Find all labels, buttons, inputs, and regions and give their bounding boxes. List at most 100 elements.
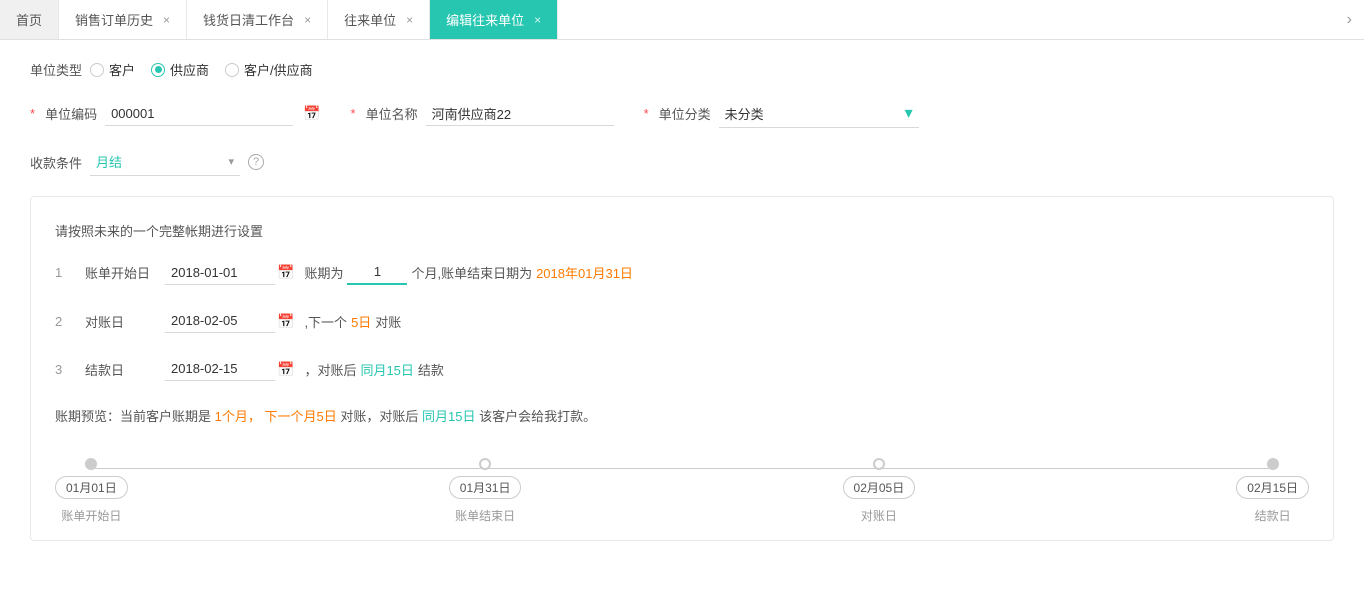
tab-edit-unit-label: 编辑往来单位 [446,10,524,29]
tab-cash-work[interactable]: 钱货日清工作台 × [187,0,328,39]
tabs-scroll-right[interactable]: › [1335,0,1364,39]
timeline-node-1: 01月31日 账单结束日 [449,458,522,524]
row-1-desc-after: 个月,账单结束日期为 [411,263,532,282]
tab-sales-history-close[interactable]: × [163,13,170,27]
unit-category-label: 单位分类 [659,104,711,123]
radio-both-circle [225,63,239,77]
payment-terms-help[interactable]: ? [248,154,264,170]
radio-supplier-circle [151,63,165,77]
unit-type-label: 单位类型 [30,60,82,79]
tab-cash-work-close[interactable]: × [304,13,311,27]
unit-category-field: * 单位分类 未分类 ▾ [644,99,919,128]
timeline: 01月01日 账单开始日 01月31日 账单结束日 02月05日 对账日 02月… [55,448,1309,524]
radio-supplier[interactable]: 供应商 [151,60,209,79]
row-3-desc-after: 结款 [418,360,444,379]
period-input[interactable] [347,260,407,285]
preview-mid: 对账，对账后 [340,409,418,424]
timeline-label-3: 02月15日 [1236,476,1309,499]
unit-code-field: * 单位编码 📅 [30,102,321,126]
radio-group-unit-type: 客户 供应商 客户/供应商 [90,60,313,79]
row-2-num: 2 [55,314,85,329]
timeline-node-2: 02月05日 对账日 [843,458,916,524]
timeline-node-3: 02月15日 结款日 [1236,458,1309,524]
radio-customer-label: 客户 [109,60,135,79]
tabs-bar: 首页 销售订单历史 × 钱货日清工作台 × 往来单位 × 编辑往来单位 × › [0,0,1364,40]
row-1-date-input[interactable] [165,261,275,285]
payment-terms-dropdown[interactable]: 月结 ▾ [90,148,240,176]
tab-partner-units-label: 往来单位 [344,10,396,29]
radio-customer[interactable]: 客户 [90,60,135,79]
tab-partner-units[interactable]: 往来单位 × [328,0,430,39]
row-3-desc-before: ，对账后 [304,360,356,379]
preview-label: 账期预览：当前客户账期是 [55,409,211,424]
preview-part3: 同月15日 [422,409,475,424]
row-3-num: 3 [55,362,85,377]
unit-category-value: 未分类 [725,104,901,123]
unit-name-field: * 单位名称 [351,102,614,126]
unit-category-select[interactable]: 未分类 ▾ [719,99,919,128]
tab-edit-unit-close[interactable]: × [534,13,541,27]
row-2-desc-after: 对账 [375,312,401,331]
timeline-nodes: 01月01日 账单开始日 01月31日 账单结束日 02月05日 对账日 02月… [55,458,1309,524]
timeline-label-1: 01月31日 [449,476,522,499]
row-2-desc: ,下一个 5日 对账 [304,312,401,331]
timeline-type-1: 账单结束日 [455,507,515,524]
tab-cash-work-label: 钱货日清工作台 [203,10,294,29]
page-content: 单位类型 客户 供应商 客户/供应商 * 单位编码 [0,40,1364,608]
radio-both[interactable]: 客户/供应商 [225,60,313,79]
tab-home-label: 首页 [16,10,42,29]
timeline-type-3: 结款日 [1255,507,1291,524]
row-1-cal-icon[interactable]: 📅 [277,264,294,281]
timeline-dot-2 [873,458,885,470]
row-3-highlight: 同月15日 [360,360,413,379]
preview-end: 该客户会给我打款。 [479,409,596,424]
row-2-date-input[interactable] [165,309,275,333]
row-3-desc: ，对账后 同月15日 结款 [304,360,444,379]
unit-name-star: * [351,106,356,121]
radio-customer-circle [90,63,104,77]
row-1-desc: 账期为 个月,账单结束日期为 2018年01月31日 [304,260,632,285]
row-3-label: 结款日 [85,360,165,379]
setting-row-1: 1 账单开始日 📅 账期为 个月,账单结束日期为 2018年01月31日 [55,260,1309,285]
timeline-dot-0 [85,458,97,470]
timeline-node-0: 01月01日 账单开始日 [55,458,128,524]
row-1-num: 1 [55,265,85,280]
tab-sales-history-label: 销售订单历史 [75,10,153,29]
row-2-cal-icon[interactable]: 📅 [277,313,294,330]
unit-name-label: 单位名称 [366,104,418,123]
unit-category-arrow: ▾ [905,103,913,123]
row-3-cal-icon[interactable]: 📅 [277,361,294,378]
setting-row-2: 2 对账日 📅 ,下一个 5日 对账 [55,309,1309,333]
radio-both-label: 客户/供应商 [244,60,313,79]
unit-name-input[interactable] [426,102,614,126]
timeline-dot-3 [1267,458,1279,470]
unit-code-input[interactable] [105,102,293,126]
timeline-label-2: 02月05日 [843,476,916,499]
row-1-desc-before: 账期为 [304,263,343,282]
timeline-label-0: 01月01日 [55,476,128,499]
unit-code-icon[interactable]: 📅 [303,105,320,122]
unit-code-label: 单位编码 [45,104,97,123]
form-row-payment: 收款条件 月结 ▾ ? [30,148,1334,176]
form-row-unit-info: * 单位编码 📅 * 单位名称 * 单位分类 未分类 ▾ [30,99,1334,128]
tab-home[interactable]: 首页 [0,0,59,39]
row-2-desc-before: ,下一个 [304,312,347,331]
tab-partner-units-close[interactable]: × [406,13,413,27]
preview-text: 账期预览：当前客户账期是 1个月， 下一个月5日 对账，对账后 同月15日 该客… [55,405,1309,428]
unit-category-star: * [644,106,649,121]
row-3-date-input[interactable] [165,357,275,381]
timeline-type-0: 账单开始日 [61,507,121,524]
preview-part2: 下一个月5日 [265,409,337,424]
tab-edit-unit[interactable]: 编辑往来单位 × [430,0,558,39]
payment-terms-label: 收款条件 [30,153,82,172]
row-1-highlight: 2018年01月31日 [536,263,633,282]
unit-type-field: 单位类型 客户 供应商 客户/供应商 [30,60,313,79]
payment-terms-arrow: ▾ [228,155,234,168]
radio-supplier-label: 供应商 [170,60,209,79]
preview-part1: 1个月， [215,409,261,424]
tab-sales-history[interactable]: 销售订单历史 × [59,0,187,39]
row-2-label: 对账日 [85,312,165,331]
timeline-type-2: 对账日 [861,507,897,524]
row-1-label: 账单开始日 [85,263,165,282]
form-row-unit-type: 单位类型 客户 供应商 客户/供应商 [30,60,1334,79]
